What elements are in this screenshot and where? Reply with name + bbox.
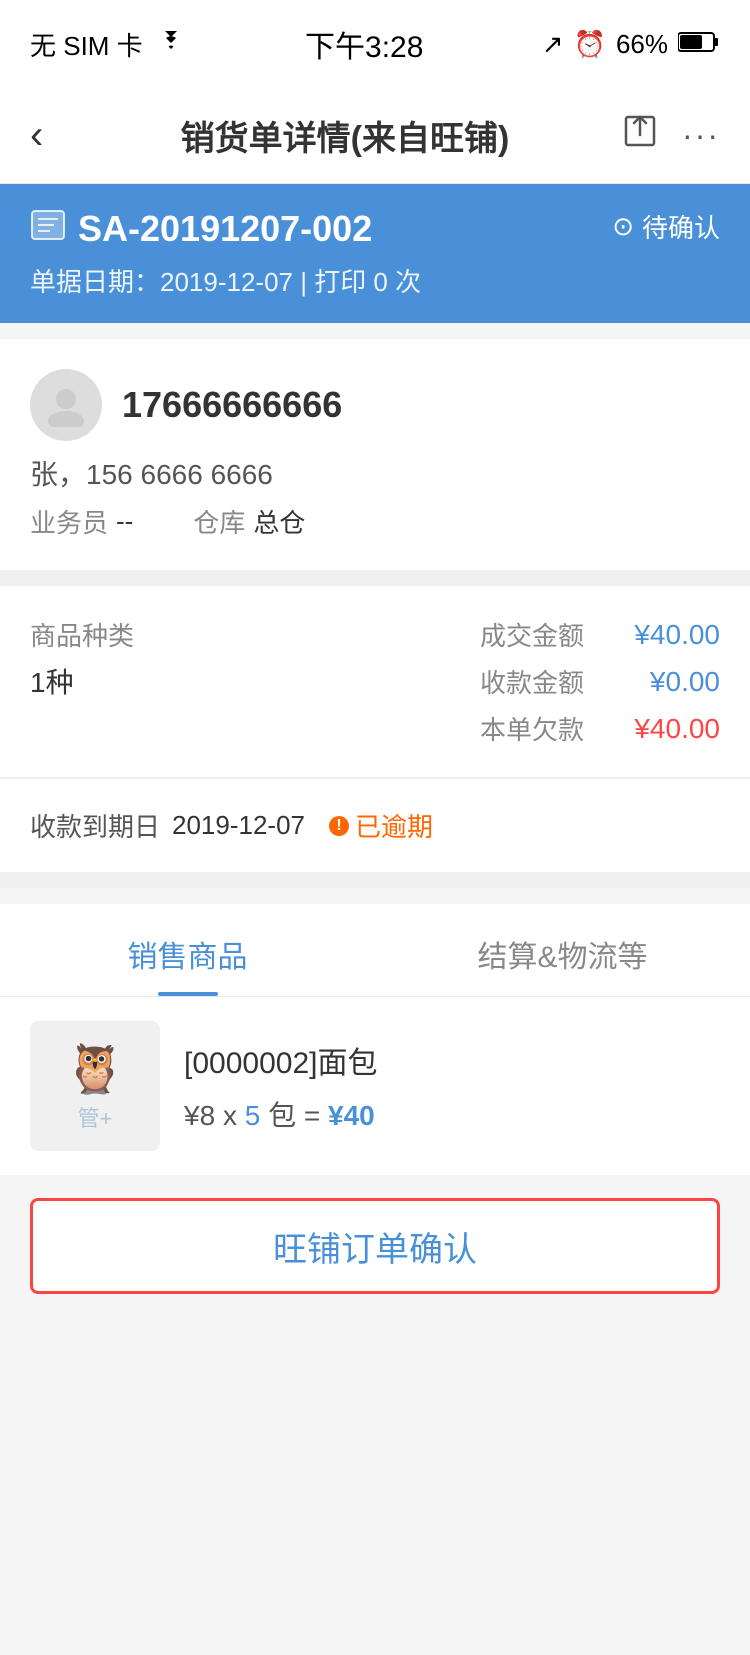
customer-info-row: 业务员 -- 仓库 总仓 xyxy=(30,503,720,540)
page-title: 销货单详情(来自旺铺) xyxy=(90,111,600,160)
received-row: 收款金额 ¥0.00 xyxy=(480,663,720,700)
received-label: 收款金额 xyxy=(480,663,584,700)
product-price-row: ¥8 x 5 包 = ¥40 xyxy=(184,1094,720,1134)
product-thumb-label: 管+ xyxy=(78,1101,113,1133)
warehouse-item: 仓库 总仓 xyxy=(193,503,305,540)
order-header-card: SA-20191207-002 单据日期：2019-12-07 | 打印 0 次… xyxy=(0,184,750,323)
nav-bar: ‹ 销货单详情(来自旺铺) ··· xyxy=(0,88,750,184)
transaction-label: 成交金额 xyxy=(480,616,584,653)
product-type-value: 1种 xyxy=(30,661,134,701)
salesperson-value: -- xyxy=(116,506,133,537)
order-date-meta: 单据日期：2019-12-07 | 打印 0 次 xyxy=(30,262,421,299)
product-thumbnail: 🦉 管+ xyxy=(30,1021,160,1151)
battery-label: 66% xyxy=(616,29,668,60)
clock-icon: ⊙ xyxy=(612,211,634,242)
customer-row: 17666666666 xyxy=(30,369,720,441)
status-badge: 待确认 xyxy=(642,208,720,245)
status-bar-right: ↗ ⏰ 66% xyxy=(542,29,720,60)
tabs-section: 销售商品 结算&物流等 xyxy=(0,904,750,997)
tab-sales-product[interactable]: 销售商品 xyxy=(0,904,375,996)
transaction-value: ¥40.00 xyxy=(600,619,720,651)
section-divider-1 xyxy=(0,570,750,586)
salesperson-label: 业务员 xyxy=(30,503,108,540)
overdue-text: 已逾期 xyxy=(355,807,433,844)
alarm-icon: ⏰ xyxy=(574,29,606,60)
due-section: 收款到期日 2019-12-07 ! 已逾期 xyxy=(0,778,750,872)
share-icon[interactable] xyxy=(622,113,658,158)
due-label: 收款到期日 xyxy=(30,807,160,844)
amount-details: 成交金额 ¥40.00 收款金额 ¥0.00 本单欠款 ¥40.00 xyxy=(480,616,720,747)
avatar xyxy=(30,369,102,441)
nav-actions: ··· xyxy=(600,113,720,158)
owed-value: ¥40.00 xyxy=(600,713,720,745)
location-icon: ↗ xyxy=(542,29,564,60)
product-qty: 5 xyxy=(245,1100,261,1131)
tabs-row: 销售商品 结算&物流等 xyxy=(0,904,750,996)
header-left: SA-20191207-002 单据日期：2019-12-07 | 打印 0 次 xyxy=(30,208,421,299)
unit-label: 包 xyxy=(268,1100,296,1131)
owed-label: 本单欠款 xyxy=(480,710,584,747)
salesperson-item: 业务员 -- xyxy=(30,503,133,540)
product-total: ¥40 xyxy=(328,1100,375,1131)
overdue-badge: ! 已逾期 xyxy=(317,803,445,848)
owed-row: 本单欠款 ¥40.00 xyxy=(480,710,720,747)
customer-section: 17666666666 张，156 6666 6666 业务员 -- 仓库 总仓 xyxy=(0,339,750,570)
product-section: 🦉 管+ [0000002]面包 ¥8 x 5 包 = ¥40 xyxy=(0,997,750,1175)
order-icon xyxy=(30,208,66,250)
multiply-icon: x xyxy=(223,1100,245,1131)
header-status: ⊙ 待确认 xyxy=(612,208,720,245)
product-item: 🦉 管+ [0000002]面包 ¥8 x 5 包 = ¥40 xyxy=(30,1021,720,1151)
status-bar: 无 SIM 卡 下午3:28 ↗ ⏰ 66% xyxy=(0,0,750,88)
overdue-warning-icon: ! xyxy=(329,816,349,836)
battery-icon xyxy=(678,29,720,60)
wifi-icon xyxy=(155,29,187,60)
status-bar-left: 无 SIM 卡 xyxy=(30,26,187,63)
product-logo: 🦉 xyxy=(65,1040,125,1097)
confirm-button-wrapper: 旺铺订单确认 xyxy=(0,1178,750,1334)
product-price: ¥8 xyxy=(184,1100,215,1131)
status-bar-time: 下午3:28 xyxy=(305,22,423,66)
equals-icon: = xyxy=(304,1100,328,1131)
section-divider-2 xyxy=(0,872,750,888)
product-summary: 商品种类 1种 xyxy=(30,616,134,701)
tab-settlement[interactable]: 结算&物流等 xyxy=(375,904,750,996)
more-icon[interactable]: ··· xyxy=(682,117,720,154)
back-button[interactable]: ‹ xyxy=(30,113,90,158)
carrier-label: 无 SIM 卡 xyxy=(30,26,143,63)
product-info: [0000002]面包 ¥8 x 5 包 = ¥40 xyxy=(184,1038,720,1134)
customer-phone: 17666666666 xyxy=(122,384,342,426)
order-number-text: SA-20191207-002 xyxy=(78,208,372,250)
warehouse-value: 总仓 xyxy=(253,503,305,540)
transaction-row: 成交金额 ¥40.00 xyxy=(480,616,720,653)
received-value: ¥0.00 xyxy=(600,666,720,698)
customer-name-phone: 张，156 6666 6666 xyxy=(30,453,720,493)
product-name: [0000002]面包 xyxy=(184,1038,720,1082)
due-date-value: 2019-12-07 xyxy=(172,810,305,841)
order-number: SA-20191207-002 xyxy=(30,208,421,250)
confirm-order-button[interactable]: 旺铺订单确认 xyxy=(30,1198,720,1294)
amount-section: 商品种类 1种 成交金额 ¥40.00 收款金额 ¥0.00 本单欠款 ¥40.… xyxy=(0,586,750,777)
product-type-label: 商品种类 xyxy=(30,616,134,653)
warehouse-label: 仓库 xyxy=(193,503,245,540)
